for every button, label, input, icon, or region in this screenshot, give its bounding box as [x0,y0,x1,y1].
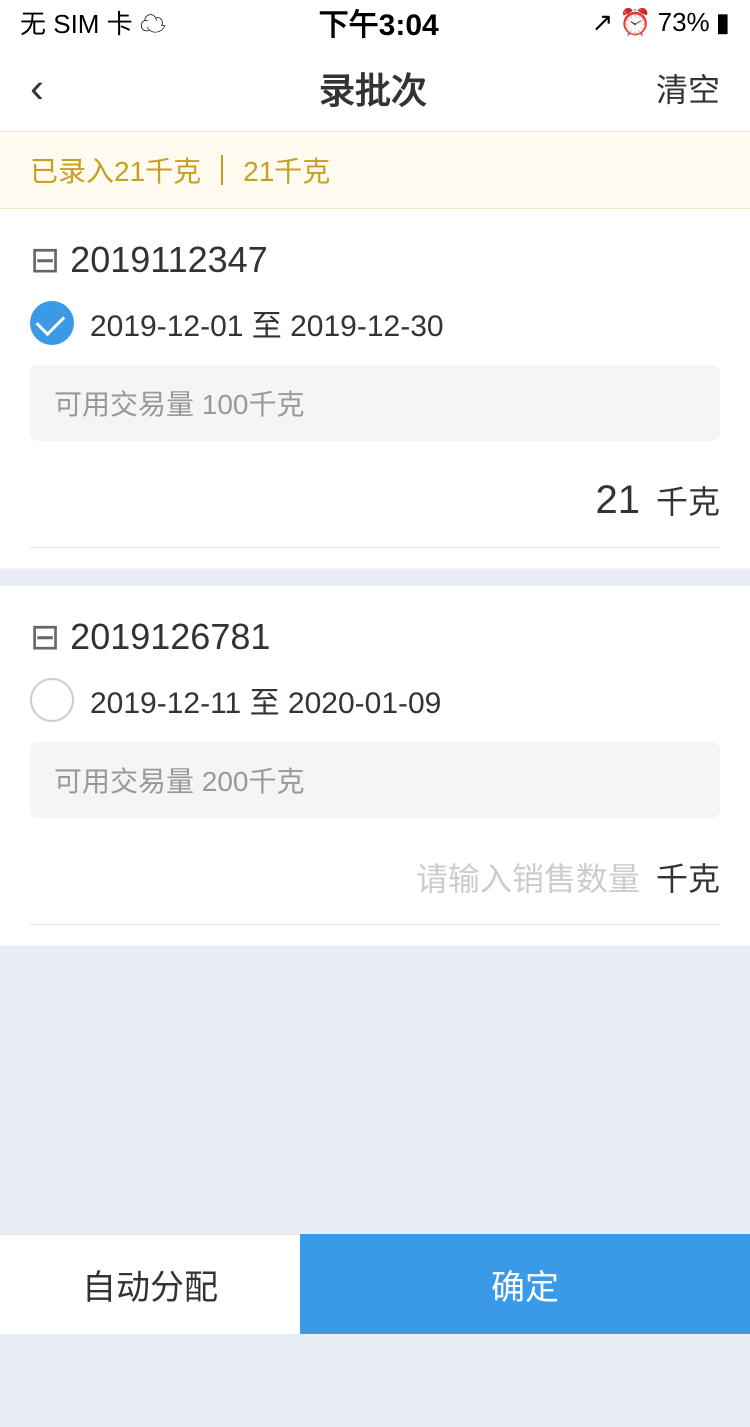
alarm-icon: ⏰ [619,7,651,38]
info-value: 21千克 [243,150,330,190]
auto-distribute-button[interactable]: 自动分配 [0,1234,300,1334]
batch-1-card: ⊟ 2019112347 2019-12-01 至 2019-12-30 可用交… [0,209,750,568]
bottom-bar: 自动分配 确定 [0,1234,750,1334]
batch-1-entered-qty: 21 [595,478,640,523]
batch-2-header: ⊟ 2019126781 [0,586,750,668]
batch-1-date: 2019-12-01 至 2019-12-30 [90,301,444,345]
section-separator-1 [0,570,750,586]
batch-1-qty-row: 21 千克 [0,461,750,547]
info-banner: 已录入21千克 21千克 [0,132,750,209]
batch-2-card: ⊟ 2019126781 2019-12-11 至 2020-01-09 可用交… [0,586,750,945]
batch-1-underline [30,547,720,548]
batch-2-date-row: 2019-12-11 至 2020-01-09 [0,668,750,732]
batch-2-date: 2019-12-11 至 2020-01-09 [90,678,441,722]
batch-1-header: ⊟ 2019112347 [0,209,750,291]
batch-1-checkbox[interactable] [30,301,74,345]
batch-2-qty-row[interactable]: 请输入销售数量 千克 [0,838,750,924]
empty-gray-area [0,947,750,1427]
batch-2-icon: ⊟ [30,616,60,658]
batch-2-underline-row [0,924,750,945]
batch-1-underline-row [0,547,750,568]
batch-2-input-placeholder: 请输入销售数量 [416,854,640,900]
batch-2-id: 2019126781 [70,616,270,658]
clear-button[interactable]: 清空 [656,65,720,111]
status-left: 无 SIM 卡 ☁ [20,4,166,41]
batch-1-available: 可用交易量 100千克 [30,365,720,441]
no-sim-text: 无 SIM 卡 ☁ [20,4,166,41]
batch-2-available: 可用交易量 200千克 [30,742,720,818]
batch-1-unit: 千克 [656,477,720,523]
status-time: 下午3:04 [319,0,439,44]
back-button[interactable]: ‹ [30,64,90,112]
batch-2-checkbox[interactable] [30,678,74,722]
status-bar: 无 SIM 卡 ☁ 下午3:04 ↗ ⏰ 73% ▮ [0,0,750,44]
confirm-button[interactable]: 确定 [300,1234,750,1334]
nav-title: 录批次 [319,62,427,114]
batch-2-unit: 千克 [656,854,720,900]
batch-2-underline [30,924,720,925]
nav-bar: ‹ 录批次 清空 [0,44,750,132]
status-right: ↗ ⏰ 73% ▮ [591,7,730,38]
info-divider [221,155,223,185]
batch-1-date-row: 2019-12-01 至 2019-12-30 [0,291,750,355]
batch-1-icon: ⊟ [30,239,60,281]
battery-text: 73% [658,7,710,38]
recorded-amount: 已录入21千克 [30,150,201,190]
battery-icon: ▮ [716,7,730,38]
batch-1-id: 2019112347 [70,239,268,281]
location-icon: ↗ [591,7,613,38]
